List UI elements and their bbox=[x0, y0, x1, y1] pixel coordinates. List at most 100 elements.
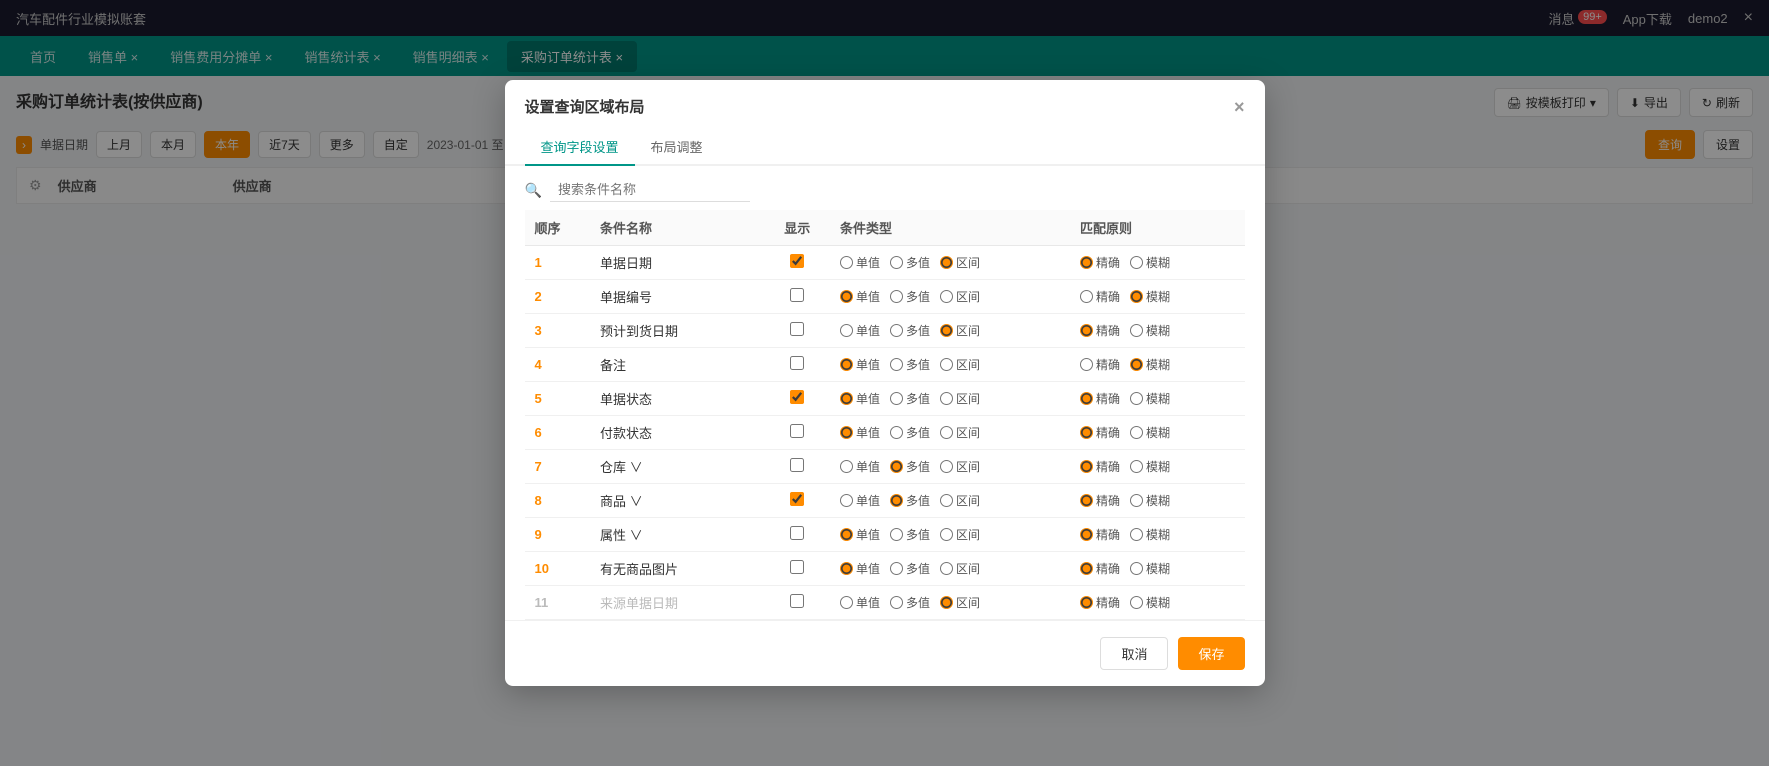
type-single-label[interactable]: 单值 bbox=[840, 390, 880, 407]
match-fuzzy-label[interactable]: 模糊 bbox=[1130, 526, 1170, 543]
type-single-label[interactable]: 单值 bbox=[840, 356, 880, 373]
modal-close-button[interactable]: × bbox=[1234, 98, 1245, 116]
match-exact-label[interactable]: 精确 bbox=[1080, 458, 1120, 475]
match-fuzzy-label[interactable]: 模糊 bbox=[1130, 322, 1170, 339]
type-single-radio[interactable] bbox=[840, 392, 853, 405]
save-button[interactable]: 保存 bbox=[1178, 637, 1244, 670]
match-fuzzy-radio[interactable] bbox=[1130, 358, 1143, 371]
match-fuzzy-label[interactable]: 模糊 bbox=[1130, 390, 1170, 407]
type-range-label[interactable]: 区间 bbox=[940, 458, 980, 475]
type-single-label[interactable]: 单值 bbox=[840, 288, 880, 305]
type-single-radio[interactable] bbox=[840, 528, 853, 541]
type-multi-label[interactable]: 多值 bbox=[890, 458, 930, 475]
type-range-radio[interactable] bbox=[940, 528, 953, 541]
match-fuzzy-label[interactable]: 模糊 bbox=[1130, 458, 1170, 475]
type-range-radio[interactable] bbox=[940, 358, 953, 371]
cancel-button[interactable]: 取消 bbox=[1100, 637, 1168, 670]
type-single-radio[interactable] bbox=[840, 256, 853, 269]
type-multi-radio[interactable] bbox=[890, 324, 903, 337]
type-multi-label[interactable]: 多值 bbox=[890, 594, 930, 611]
type-multi-radio[interactable] bbox=[890, 256, 903, 269]
search-input[interactable] bbox=[550, 178, 750, 202]
type-range-radio[interactable] bbox=[940, 426, 953, 439]
match-exact-radio[interactable] bbox=[1080, 358, 1093, 371]
type-multi-radio[interactable] bbox=[890, 460, 903, 473]
type-range-radio[interactable] bbox=[940, 290, 953, 303]
type-range-label[interactable]: 区间 bbox=[940, 594, 980, 611]
type-multi-label[interactable]: 多值 bbox=[890, 356, 930, 373]
match-exact-label[interactable]: 精确 bbox=[1080, 288, 1120, 305]
type-single-radio[interactable] bbox=[840, 460, 853, 473]
match-fuzzy-radio[interactable] bbox=[1130, 562, 1143, 575]
match-exact-radio[interactable] bbox=[1080, 460, 1093, 473]
match-exact-radio[interactable] bbox=[1080, 596, 1093, 609]
match-fuzzy-label[interactable]: 模糊 bbox=[1130, 288, 1170, 305]
match-exact-radio[interactable] bbox=[1080, 562, 1093, 575]
type-multi-radio[interactable] bbox=[890, 596, 903, 609]
match-fuzzy-radio[interactable] bbox=[1130, 290, 1143, 303]
type-range-radio[interactable] bbox=[940, 324, 953, 337]
match-fuzzy-label[interactable]: 模糊 bbox=[1130, 594, 1170, 611]
match-fuzzy-radio[interactable] bbox=[1130, 392, 1143, 405]
match-exact-label[interactable]: 精确 bbox=[1080, 526, 1120, 543]
type-range-radio[interactable] bbox=[940, 596, 953, 609]
type-multi-label[interactable]: 多值 bbox=[890, 526, 930, 543]
match-exact-label[interactable]: 精确 bbox=[1080, 594, 1120, 611]
match-fuzzy-radio[interactable] bbox=[1130, 460, 1143, 473]
display-checkbox[interactable] bbox=[790, 424, 804, 438]
tab-layout-adjust[interactable]: 布局调整 bbox=[635, 129, 719, 166]
type-multi-label[interactable]: 多值 bbox=[890, 492, 930, 509]
display-checkbox[interactable] bbox=[790, 594, 804, 608]
match-exact-radio[interactable] bbox=[1080, 494, 1093, 507]
match-exact-radio[interactable] bbox=[1080, 426, 1093, 439]
type-multi-radio[interactable] bbox=[890, 290, 903, 303]
display-checkbox[interactable] bbox=[790, 356, 804, 370]
type-multi-radio[interactable] bbox=[890, 392, 903, 405]
type-single-radio[interactable] bbox=[840, 596, 853, 609]
display-checkbox[interactable] bbox=[790, 526, 804, 540]
type-single-radio[interactable] bbox=[840, 562, 853, 575]
display-checkbox[interactable] bbox=[790, 560, 804, 574]
type-multi-label[interactable]: 多值 bbox=[890, 424, 930, 441]
match-exact-label[interactable]: 精确 bbox=[1080, 322, 1120, 339]
match-exact-radio[interactable] bbox=[1080, 392, 1093, 405]
type-single-label[interactable]: 单值 bbox=[840, 424, 880, 441]
type-range-label[interactable]: 区间 bbox=[940, 424, 980, 441]
match-exact-radio[interactable] bbox=[1080, 528, 1093, 541]
type-multi-label[interactable]: 多值 bbox=[890, 288, 930, 305]
match-exact-radio[interactable] bbox=[1080, 290, 1093, 303]
type-multi-radio[interactable] bbox=[890, 562, 903, 575]
type-multi-label[interactable]: 多值 bbox=[890, 390, 930, 407]
match-fuzzy-label[interactable]: 模糊 bbox=[1130, 492, 1170, 509]
match-fuzzy-label[interactable]: 模糊 bbox=[1130, 356, 1170, 373]
display-checkbox[interactable] bbox=[790, 322, 804, 336]
display-checkbox[interactable] bbox=[790, 254, 804, 268]
type-range-label[interactable]: 区间 bbox=[940, 288, 980, 305]
type-single-label[interactable]: 单值 bbox=[840, 492, 880, 509]
match-exact-label[interactable]: 精确 bbox=[1080, 424, 1120, 441]
type-single-label[interactable]: 单值 bbox=[840, 322, 880, 339]
display-checkbox[interactable] bbox=[790, 458, 804, 472]
type-range-label[interactable]: 区间 bbox=[940, 356, 980, 373]
type-range-label[interactable]: 区间 bbox=[940, 560, 980, 577]
type-multi-label[interactable]: 多值 bbox=[890, 560, 930, 577]
type-single-label[interactable]: 单值 bbox=[840, 526, 880, 543]
type-single-radio[interactable] bbox=[840, 358, 853, 371]
match-fuzzy-label[interactable]: 模糊 bbox=[1130, 424, 1170, 441]
display-checkbox[interactable] bbox=[790, 390, 804, 404]
type-range-label[interactable]: 区间 bbox=[940, 526, 980, 543]
type-single-radio[interactable] bbox=[840, 290, 853, 303]
match-fuzzy-label[interactable]: 模糊 bbox=[1130, 560, 1170, 577]
match-exact-radio[interactable] bbox=[1080, 324, 1093, 337]
tab-query-fields[interactable]: 查询字段设置 bbox=[525, 129, 635, 166]
type-single-radio[interactable] bbox=[840, 494, 853, 507]
type-range-radio[interactable] bbox=[940, 256, 953, 269]
match-fuzzy-radio[interactable] bbox=[1130, 596, 1143, 609]
type-single-label[interactable]: 单值 bbox=[840, 254, 880, 271]
type-multi-radio[interactable] bbox=[890, 426, 903, 439]
type-range-label[interactable]: 区间 bbox=[940, 492, 980, 509]
match-fuzzy-radio[interactable] bbox=[1130, 426, 1143, 439]
match-exact-label[interactable]: 精确 bbox=[1080, 390, 1120, 407]
type-range-radio[interactable] bbox=[940, 562, 953, 575]
match-fuzzy-radio[interactable] bbox=[1130, 324, 1143, 337]
